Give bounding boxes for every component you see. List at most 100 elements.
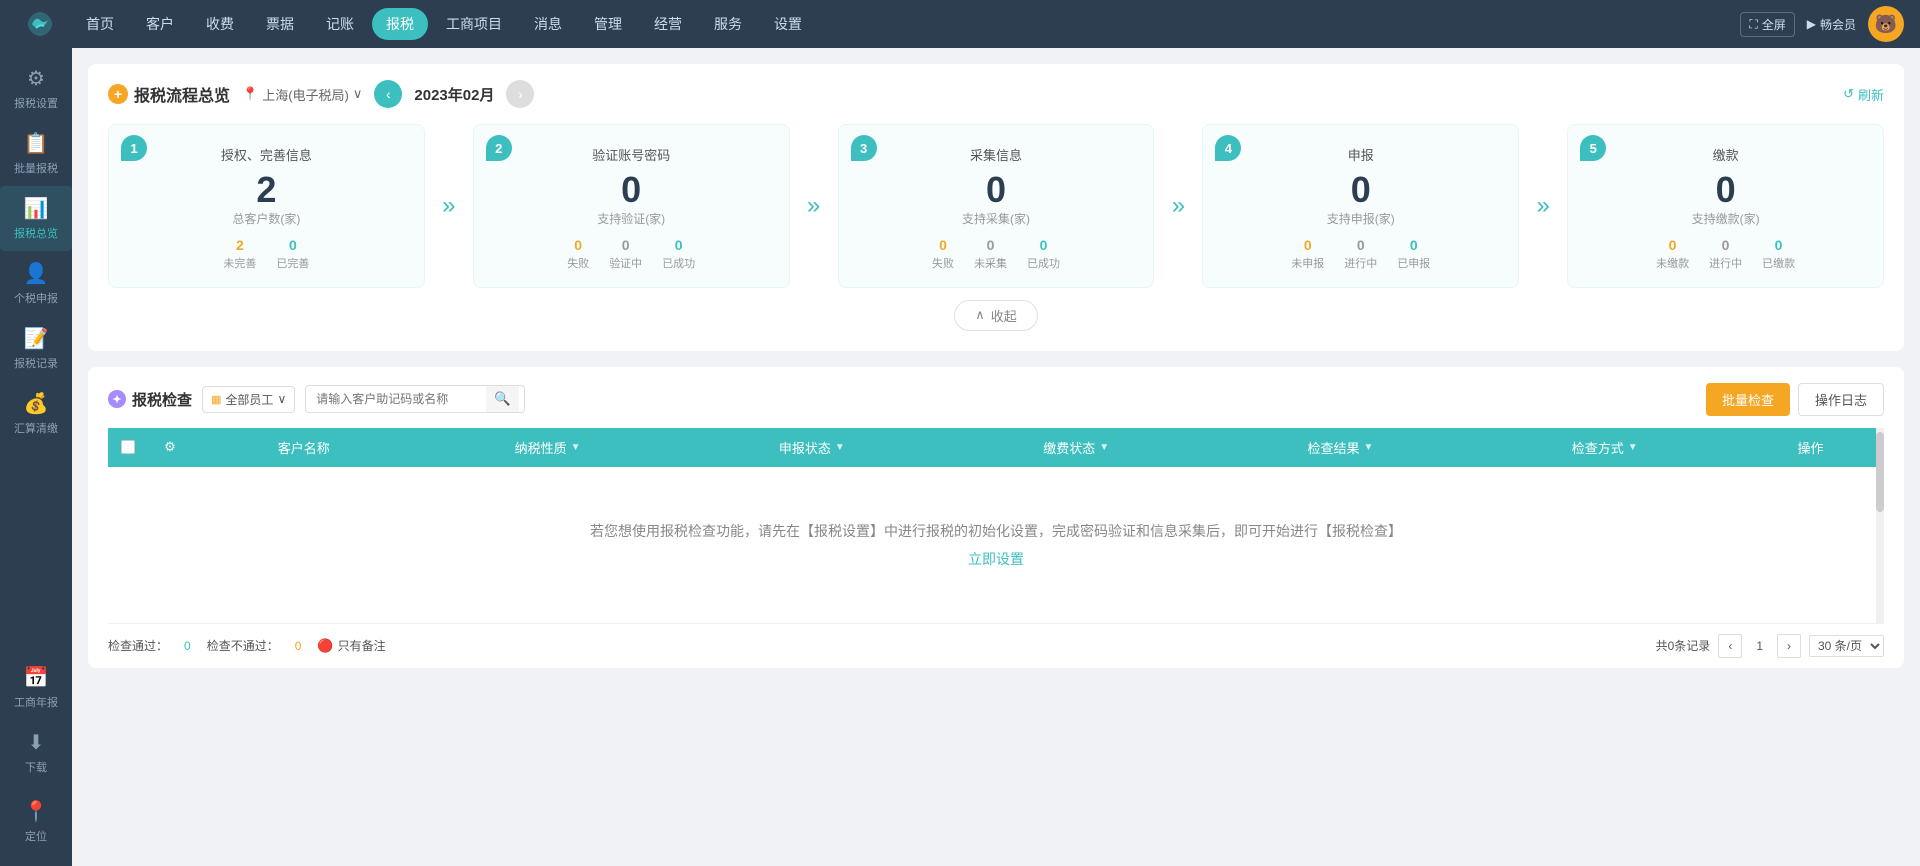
refresh-icon: ↺ [1843, 86, 1854, 102]
step-count-4: 0 [1219, 170, 1502, 210]
check-method-filter-icon[interactable]: ▼ [1628, 442, 1638, 453]
nav-settings[interactable]: 设置 [760, 8, 816, 40]
nav-operation[interactable]: 经营 [640, 8, 696, 40]
next-page-button[interactable]: › [1777, 634, 1801, 658]
overview-title-text: 报税流程总览 [134, 82, 230, 106]
tax-type-filter-icon[interactable]: ▼ [571, 442, 581, 453]
check-result-filter-icon[interactable]: ▼ [1364, 442, 1374, 453]
col-check-result: 检查结果 ▼ [1208, 428, 1472, 467]
next-month-button[interactable]: › [506, 80, 534, 108]
step-stat-3-2[interactable]: 0 已成功 [1027, 237, 1060, 271]
step-stat-4-0[interactable]: 0 未申报 [1291, 237, 1324, 271]
step-stat-label-2-2: 已成功 [662, 255, 695, 271]
step-stat-num-3-1: 0 [987, 237, 995, 253]
step-arrow-4: » [1519, 192, 1567, 220]
setting-link[interactable]: 立即设置 [968, 551, 1024, 567]
prev-page-button[interactable]: ‹ [1718, 634, 1742, 658]
sidebar-item-batch-tax[interactable]: 📋 批量报税 [0, 121, 72, 186]
step-stat-label-4-0: 未申报 [1291, 255, 1324, 271]
nav-items: 首页 客户 收费 票据 记账 报税 工商项目 消息 管理 经营 服务 设置 [72, 8, 1740, 40]
nav-tax[interactable]: 报税 [372, 8, 428, 40]
overview-card: + 报税流程总览 📍 上海(电子税局) ∨ ‹ 2023年02月 › ↺ 刷新 [88, 64, 1904, 351]
col-check-result-label: 检查结果 [1307, 438, 1359, 457]
step-stat-2-1[interactable]: 0 验证中 [609, 237, 642, 271]
sidebar-label-batch-tax: 批量报税 [14, 160, 58, 176]
select-all-checkbox[interactable] [121, 440, 135, 454]
nav-message[interactable]: 消息 [520, 8, 576, 40]
step-stat-5-0[interactable]: 0 未缴款 [1656, 237, 1689, 271]
step-stat-label-1-1: 已完善 [276, 255, 309, 271]
top-nav: 首页 客户 收费 票据 记账 报税 工商项目 消息 管理 经营 服务 设置 ⛶ … [0, 0, 1920, 48]
refresh-button[interactable]: ↺ 刷新 [1843, 85, 1884, 104]
sidebar-item-personal-tax[interactable]: 👤 个税申报 [0, 251, 72, 316]
vip-button[interactable]: ▶ 畅会员 [1807, 16, 1856, 33]
step-stat-num-2-1: 0 [622, 237, 630, 253]
step-stat-label-3-2: 已成功 [1027, 255, 1060, 271]
step-stat-4-1[interactable]: 0 进行中 [1344, 237, 1377, 271]
table-settings-icon[interactable]: ⚙ [164, 439, 176, 454]
step-stat-1-1[interactable]: 0 已完善 [276, 237, 309, 271]
fail-count[interactable]: 0 [295, 639, 302, 653]
payment-status-filter-icon[interactable]: ▼ [1099, 442, 1109, 453]
step-stat-num-2-0: 0 [574, 237, 582, 253]
nav-service[interactable]: 服务 [700, 8, 756, 40]
step-unit-2: 支持验证(家) [490, 210, 773, 227]
fullscreen-label: 全屏 [1762, 16, 1786, 33]
nav-customer[interactable]: 客户 [132, 8, 188, 40]
step-stat-label-2-1: 验证中 [609, 255, 642, 271]
pass-count[interactable]: 0 [184, 639, 191, 653]
nav-invoice[interactable]: 票据 [252, 8, 308, 40]
step-stat-label-1-0: 未完善 [223, 255, 256, 271]
sidebar-label-tax-settings: 报税设置 [14, 95, 58, 111]
nav-accounting[interactable]: 记账 [312, 8, 368, 40]
location-tag[interactable]: 📍 上海(电子税局) ∨ [242, 85, 362, 104]
vip-label: 畅会员 [1820, 16, 1856, 33]
step-stat-1-0[interactable]: 2 未完善 [223, 237, 256, 271]
table-footer: 检查通过： 0 检查不通过： 0 🔴 只有备注 共0条记录 ‹ 1 › 30 条… [108, 623, 1884, 668]
location-icon: 📍 [24, 799, 49, 824]
step-stat-2-0[interactable]: 0 失败 [567, 237, 589, 271]
step-stats-1: 2 未完善 0 已完善 [125, 237, 408, 271]
step-stat-num-4-0: 0 [1304, 237, 1312, 253]
table-wrapper: ⚙ 客户名称 纳税性质 ▼ 申 [108, 428, 1884, 623]
sidebar-item-tax-settings[interactable]: ⚙ 报税设置 [0, 56, 72, 121]
sidebar-item-annual-report[interactable]: 📅 工商年报 [0, 655, 72, 720]
prev-month-button[interactable]: ‹ [374, 80, 402, 108]
step-stat-5-1[interactable]: 0 进行中 [1709, 237, 1742, 271]
step-stat-num-2-2: 0 [675, 237, 683, 253]
step-stat-5-2[interactable]: 0 已缴款 [1762, 237, 1795, 271]
step-stat-2-2[interactable]: 0 已成功 [662, 237, 695, 271]
col-check-method-label: 检查方式 [1572, 438, 1624, 457]
step-stat-4-2[interactable]: 0 已申报 [1397, 237, 1430, 271]
search-input[interactable] [306, 387, 486, 411]
fullscreen-button[interactable]: ⛶ 全屏 [1740, 12, 1794, 37]
steps-container: 1 授权、完善信息 2 总客户数(家) 2 未完善 0 已完善 » [108, 124, 1884, 288]
section-title-text: 报税检查 [132, 389, 192, 410]
sidebar-label-location: 定位 [25, 828, 47, 844]
nav-fee[interactable]: 收费 [192, 8, 248, 40]
step-stats-4: 0 未申报 0 进行中 0 已申报 [1219, 237, 1502, 271]
sidebar-item-tax-overview[interactable]: 📊 报税总览 [0, 186, 72, 251]
declare-status-filter-icon[interactable]: ▼ [835, 442, 845, 453]
nav-home[interactable]: 首页 [72, 8, 128, 40]
nav-business[interactable]: 工商项目 [432, 8, 516, 40]
collapse-button[interactable]: ∧ 收起 [954, 300, 1038, 331]
operation-log-button[interactable]: 操作日志 [1798, 383, 1884, 416]
pass-label: 检查通过： [108, 637, 168, 654]
employee-filter[interactable]: ▦ 全部员工 ∨ [202, 386, 295, 413]
scroll-thumb[interactable] [1876, 432, 1884, 512]
section-title-icon: ✦ [108, 390, 126, 408]
search-button[interactable]: 🔍 [486, 386, 519, 412]
nav-manage[interactable]: 管理 [580, 8, 636, 40]
sidebar-item-location[interactable]: 📍 定位 [20, 789, 53, 854]
sidebar-label-settlement: 汇算清缴 [14, 420, 58, 436]
sidebar-item-tax-records[interactable]: 📝 报税记录 [0, 316, 72, 381]
step-stat-3-1[interactable]: 0 未采集 [974, 237, 1007, 271]
col-settings: ⚙ [148, 428, 192, 467]
current-page: 1 [1750, 637, 1769, 655]
sidebar-item-download[interactable]: ⬇ 下载 [20, 720, 53, 785]
sidebar-item-settlement[interactable]: 💰 汇算清缴 [0, 381, 72, 446]
batch-check-button[interactable]: 批量检查 [1706, 383, 1790, 416]
step-stat-3-0[interactable]: 0 失败 [932, 237, 954, 271]
per-page-select[interactable]: 30 条/页 [1809, 635, 1884, 657]
